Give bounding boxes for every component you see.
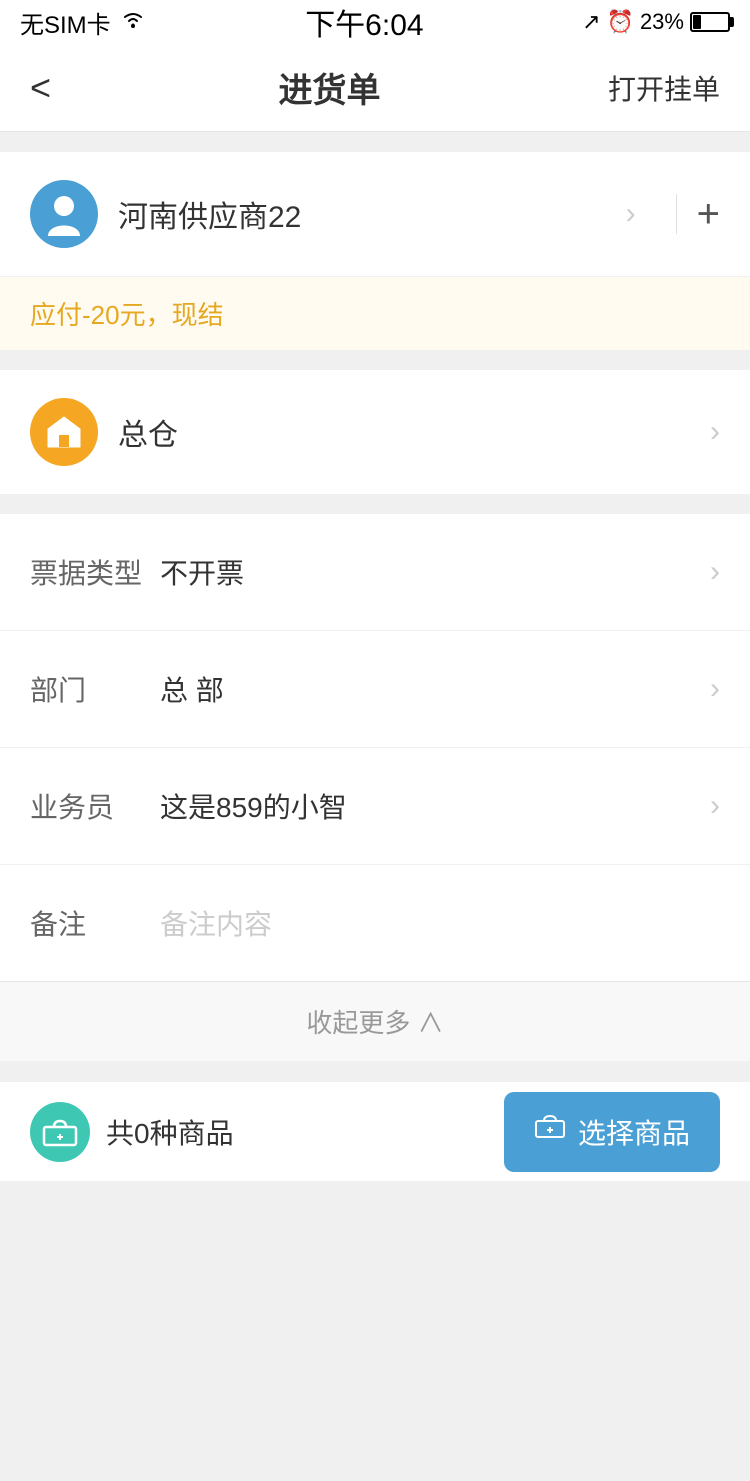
collapse-label: 收起更多 ∧ xyxy=(306,1003,443,1040)
section-gap-1 xyxy=(0,132,750,152)
remark-row[interactable]: 备注 备注内容 xyxy=(0,865,750,981)
nav-bar: < 进货单 打开挂单 xyxy=(0,44,750,132)
notice-bar: 应付-20元，现结 xyxy=(0,277,750,350)
remark-label: 备注 xyxy=(30,903,160,943)
invoice-label: 票据类型 xyxy=(30,552,160,592)
status-left: 无SIM卡 xyxy=(20,5,147,40)
empty-area xyxy=(0,1181,750,1481)
cart-icon xyxy=(534,1113,566,1150)
invoice-chevron-icon: › xyxy=(710,555,720,589)
warehouse-row[interactable]: 总仓 › xyxy=(0,370,750,494)
select-product-button[interactable]: 选择商品 xyxy=(504,1092,720,1172)
warehouse-name: 总仓 xyxy=(118,410,710,454)
warehouse-chevron-icon: › xyxy=(710,415,720,449)
dept-chevron-icon: › xyxy=(710,672,720,706)
invoice-row[interactable]: 票据类型 不开票 › xyxy=(0,514,750,631)
collapse-button[interactable]: 收起更多 ∧ xyxy=(0,981,750,1061)
alarm-icon: ⏰ xyxy=(607,9,634,35)
dept-label: 部门 xyxy=(30,669,160,709)
remark-input[interactable]: 备注内容 xyxy=(160,903,720,943)
bottom-bar: 共0种商品 选择商品 xyxy=(0,1081,750,1181)
supplier-section: 河南供应商22 › + 应付-20元，现结 xyxy=(0,152,750,350)
supplier-row[interactable]: 河南供应商22 › + xyxy=(0,152,750,277)
select-product-label: 选择商品 xyxy=(578,1112,690,1152)
warehouse-icon-bg xyxy=(30,398,98,466)
network-label: 无SIM卡 xyxy=(20,5,111,40)
warehouse-section: 总仓 › xyxy=(0,370,750,494)
add-supplier-button[interactable]: + xyxy=(697,192,720,237)
status-time: 下午6:04 xyxy=(305,0,423,44)
form-section: 票据类型 不开票 › 部门 总 部 › 业务员 这是859的小智 › 备注 备注… xyxy=(0,514,750,981)
status-bar: 无SIM卡 下午6:04 ↗ ⏰ 23% xyxy=(0,0,750,44)
section-gap-4 xyxy=(0,1061,750,1081)
location-icon: ↗ xyxy=(582,9,600,35)
sales-value: 这是859的小智 xyxy=(160,786,710,826)
section-gap-3 xyxy=(0,494,750,514)
open-pending-button[interactable]: 打开挂单 xyxy=(608,68,720,108)
vertical-divider xyxy=(676,194,677,234)
sales-chevron-icon: › xyxy=(710,789,720,823)
section-gap-2 xyxy=(0,350,750,370)
supplier-chevron-icon: › xyxy=(626,197,636,231)
dept-row[interactable]: 部门 总 部 › xyxy=(0,631,750,748)
dept-value: 总 部 xyxy=(160,669,710,709)
supplier-avatar xyxy=(30,180,98,248)
battery-icon xyxy=(690,12,730,32)
sales-label: 业务员 xyxy=(30,786,160,826)
wifi-icon xyxy=(119,8,147,36)
supplier-name: 河南供应商22 xyxy=(118,192,626,236)
product-count-text: 共0种商品 xyxy=(106,1112,504,1152)
notice-text: 应付-20元，现结 xyxy=(30,300,224,330)
product-count-icon-bg xyxy=(30,1102,90,1162)
invoice-value: 不开票 xyxy=(160,552,710,592)
status-right: ↗ ⏰ 23% xyxy=(582,9,730,35)
back-button[interactable]: < xyxy=(30,67,51,109)
battery-percent: 23% xyxy=(640,9,684,35)
page-title: 进货单 xyxy=(279,63,381,112)
sales-row[interactable]: 业务员 这是859的小智 › xyxy=(0,748,750,865)
